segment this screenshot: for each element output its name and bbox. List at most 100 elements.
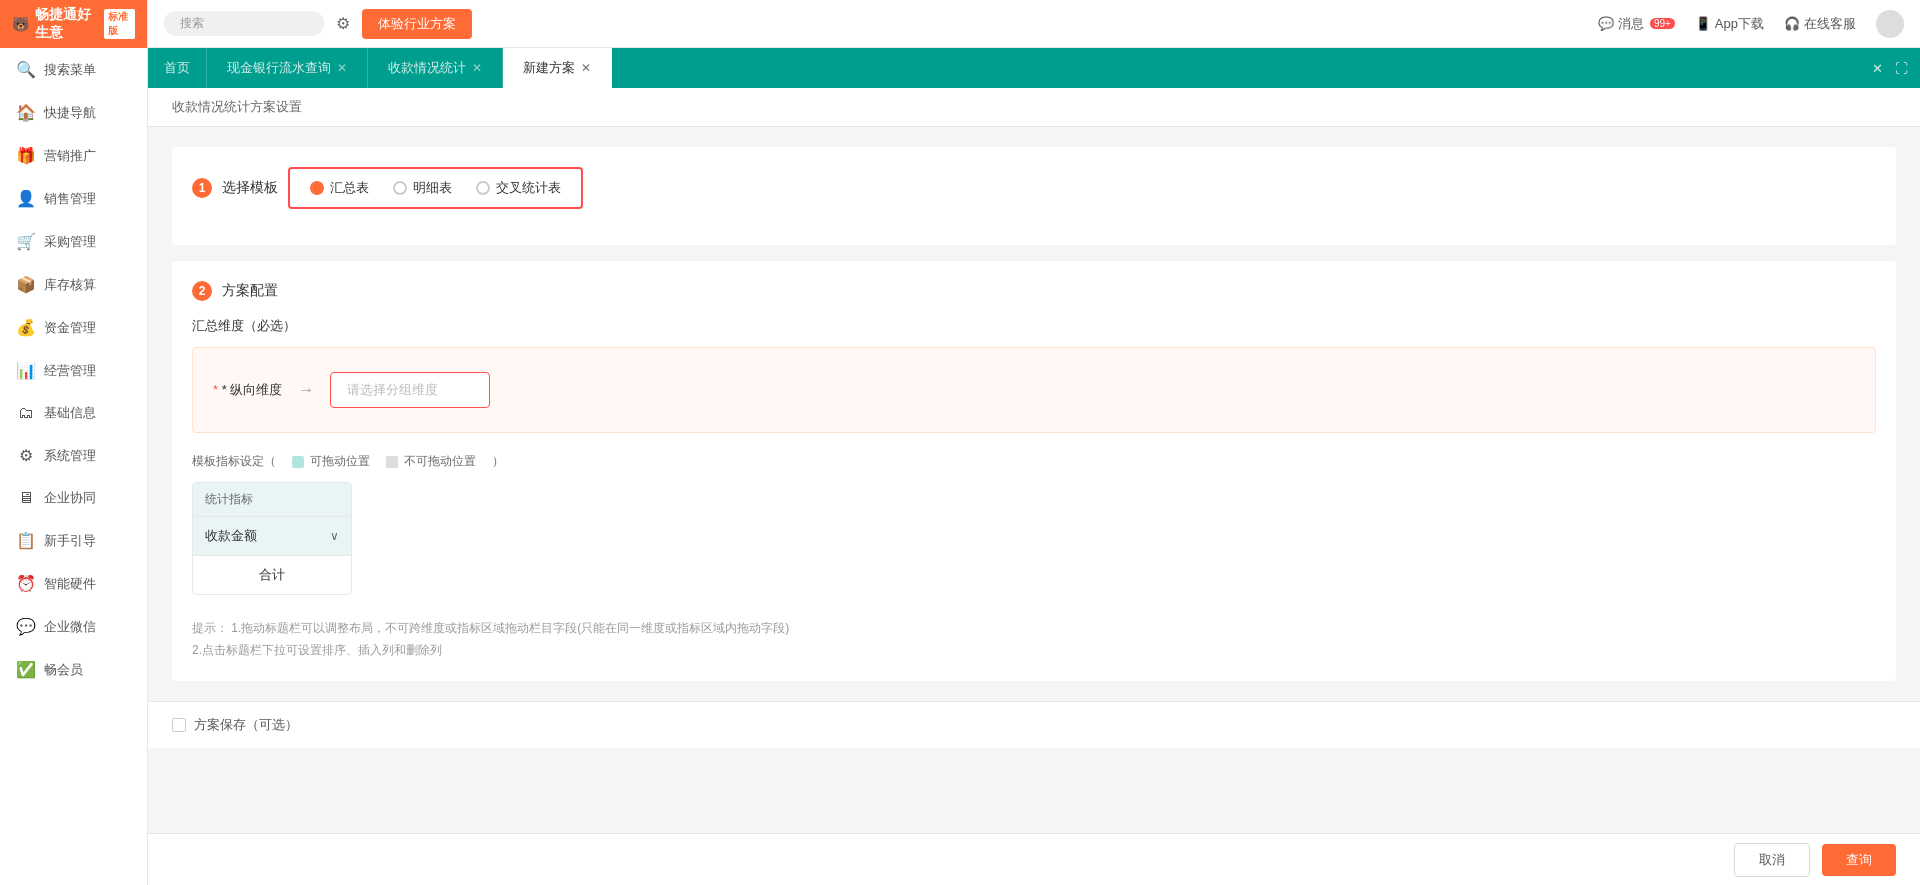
inventory-icon: 📦 [16, 275, 36, 294]
finance-icon: 💰 [16, 318, 36, 337]
sidebar-item-operation[interactable]: 📊 经营管理 [0, 349, 147, 392]
radio-summary[interactable]: 汇总表 [310, 179, 369, 197]
sidebar: 🐻 畅捷通好生意 标准版 🔍 搜索菜单 🏠 快捷导航 🎁 营销推广 👤 销售管理… [0, 0, 148, 885]
legend-draggable: 可拖动位置 [292, 453, 370, 470]
sidebar-item-marketing[interactable]: 🎁 营销推广 [0, 134, 147, 177]
tab-bank-flow-label: 现金银行流水查询 [227, 59, 331, 77]
save-checkbox-box[interactable] [172, 718, 186, 732]
app-download-btn[interactable]: 📱 App下载 [1695, 15, 1764, 33]
industry-btn[interactable]: 体验行业方案 [362, 9, 472, 39]
sidebar-item-label: 库存核算 [44, 276, 96, 294]
radio-cross-circle [476, 181, 490, 195]
sidebar-item-label: 基础信息 [44, 404, 96, 422]
tab-new-scheme-close-icon[interactable]: ✕ [581, 61, 591, 75]
app-edition: 标准版 [104, 9, 135, 39]
tab-collection-stat[interactable]: 收款情况统计 ✕ [368, 48, 503, 88]
metrics-cell-amount[interactable]: 收款金额 ∨ [193, 517, 351, 556]
settings-icon[interactable]: ⚙ [336, 14, 350, 33]
tabbar: 首页 现金银行流水查询 ✕ 收款情况统计 ✕ 新建方案 ✕ ✕ ⛶ [148, 48, 1920, 88]
metrics-config: 模板指标设定（ 可拖动位置 不可拖动位置 ） 统计指标 [192, 453, 1876, 598]
metrics-legend: 模板指标设定（ 可拖动位置 不可拖动位置 ） [192, 453, 1876, 470]
dimension-area: * * 纵向维度 → 请选择分组维度 [192, 347, 1876, 433]
sidebar-item-quick-nav[interactable]: 🏠 快捷导航 [0, 91, 147, 134]
dimension-select[interactable]: 请选择分组维度 [330, 372, 490, 408]
legend-fixed-label: 不可拖动位置 [404, 453, 476, 470]
step2-badge: 2 [192, 281, 212, 301]
step1-header: 1 选择模板 汇总表 明细表 [192, 167, 1876, 209]
draggable-dot [292, 456, 304, 468]
step2-header: 2 方案配置 [192, 281, 1876, 301]
radio-detail-circle [393, 181, 407, 195]
sidebar-item-label: 系统管理 [44, 447, 96, 465]
chevron-down-icon: ∨ [330, 529, 339, 543]
sidebar-item-sales[interactable]: 👤 销售管理 [0, 177, 147, 220]
step1-section: 1 选择模板 汇总表 明细表 [172, 147, 1896, 245]
metrics-cell-label: 收款金额 [205, 527, 257, 545]
online-service-icon: 🎧 [1784, 16, 1800, 31]
sidebar-item-label: 营销推广 [44, 147, 96, 165]
sidebar-item-corp-coop[interactable]: 🖥 企业协同 [0, 477, 147, 519]
sidebar-item-search-menu[interactable]: 🔍 搜索菜单 [0, 48, 147, 91]
tab-expand-icon[interactable]: ⛶ [1895, 61, 1908, 76]
tab-home[interactable]: 首页 [148, 48, 207, 88]
sidebar-item-label: 采购管理 [44, 233, 96, 251]
sidebar-item-new-guide[interactable]: 📋 新手引导 [0, 519, 147, 562]
system-icon: ⚙ [16, 446, 36, 465]
metrics-total-row: 合计 [193, 556, 351, 594]
tabbar-controls: ✕ ⛶ [1860, 48, 1920, 88]
tab-bank-flow[interactable]: 现金银行流水查询 ✕ [207, 48, 368, 88]
quick-nav-icon: 🏠 [16, 103, 36, 122]
sidebar-item-label: 经营管理 [44, 362, 96, 380]
message-label: 消息 [1618, 15, 1644, 33]
vertical-dimension-label: * * 纵向维度 [213, 381, 282, 399]
action-bar: 取消 查询 [148, 833, 1920, 885]
tab-collection-stat-close-icon[interactable]: ✕ [472, 61, 482, 75]
tips-area: 提示： 1.拖动标题栏可以调整布局，不可跨维度或指标区域拖动栏目字段(只能在同一… [192, 618, 1876, 661]
radio-cross-label: 交叉统计表 [496, 179, 561, 197]
tip-1: 提示： 1.拖动标题栏可以调整布局，不可跨维度或指标区域拖动栏目字段(只能在同一… [192, 618, 1876, 640]
tab-close-all-icon[interactable]: ✕ [1872, 61, 1883, 76]
vertical-label-text: * 纵向维度 [222, 382, 283, 397]
sidebar-item-purchase[interactable]: 🛒 采购管理 [0, 220, 147, 263]
smart-hw-icon: ⏰ [16, 574, 36, 593]
content-area: 收款情况统计方案设置 1 选择模板 汇总表 [148, 88, 1920, 833]
topbar-search[interactable]: 搜索 [164, 11, 324, 36]
metrics-table: 统计指标 收款金额 ∨ 合计 [192, 482, 352, 595]
tab-collection-stat-label: 收款情况统计 [388, 59, 466, 77]
user-avatar[interactable] [1876, 10, 1904, 38]
tab-new-scheme[interactable]: 新建方案 ✕ [503, 48, 612, 88]
query-button[interactable]: 查询 [1822, 844, 1896, 876]
legend-fixed: 不可拖动位置 [386, 453, 476, 470]
step1-title: 选择模板 [222, 179, 278, 197]
app-logo: 🐻 畅捷通好生意 标准版 [0, 0, 147, 48]
sidebar-item-smart-hw[interactable]: ⏰ 智能硬件 [0, 562, 147, 605]
sidebar-item-basic-info[interactable]: 🗂 基础信息 [0, 392, 147, 434]
tab-new-scheme-label: 新建方案 [523, 59, 575, 77]
online-service-btn[interactable]: 🎧 在线客服 [1784, 15, 1856, 33]
template-options-box: 汇总表 明细表 交叉统计表 [288, 167, 583, 209]
radio-cross[interactable]: 交叉统计表 [476, 179, 561, 197]
search-menu-icon: 🔍 [16, 60, 36, 79]
metrics-total-label: 合计 [259, 567, 285, 582]
radio-detail-label: 明细表 [413, 179, 452, 197]
search-placeholder: 搜索 [180, 16, 204, 30]
sidebar-item-label: 企业协同 [44, 489, 96, 507]
radio-detail[interactable]: 明细表 [393, 179, 452, 197]
step2-section: 2 方案配置 汇总维度（必选） * * 纵向维度 → 请选择分组维度 [172, 261, 1896, 681]
footer-section: 方案保存（可选） [148, 701, 1920, 748]
sidebar-item-label: 智能硬件 [44, 575, 96, 593]
breadcrumb-text: 收款情况统计方案设置 [172, 99, 302, 114]
tab-bank-flow-close-icon[interactable]: ✕ [337, 61, 347, 75]
corp-wechat-icon: 💬 [16, 617, 36, 636]
legend-draggable-label: 可拖动位置 [310, 453, 370, 470]
sidebar-item-member[interactable]: ✅ 畅会员 [0, 648, 147, 691]
fixed-dot [386, 456, 398, 468]
purchase-icon: 🛒 [16, 232, 36, 251]
sidebar-item-inventory[interactable]: 📦 库存核算 [0, 263, 147, 306]
sidebar-item-finance[interactable]: 💰 资金管理 [0, 306, 147, 349]
cancel-button[interactable]: 取消 [1734, 843, 1810, 877]
save-checkbox[interactable]: 方案保存（可选） [172, 716, 1896, 734]
sidebar-item-system[interactable]: ⚙ 系统管理 [0, 434, 147, 477]
sidebar-item-corp-wechat[interactable]: 💬 企业微信 [0, 605, 147, 648]
message-btn[interactable]: 💬 消息 99+ [1598, 15, 1675, 33]
